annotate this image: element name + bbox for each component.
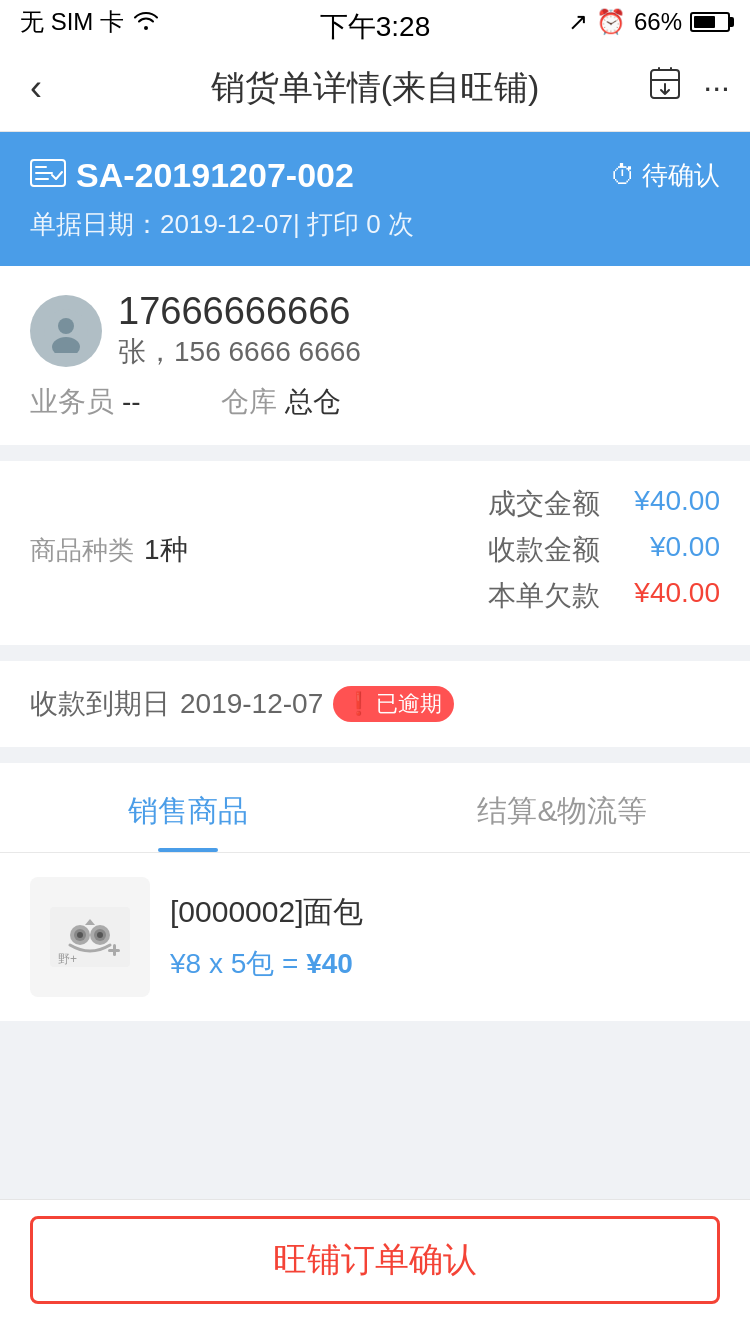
customer-name: 张，156 6666 6666 xyxy=(118,333,361,371)
price-equals: = xyxy=(274,948,306,979)
carrier-text: 无 SIM 卡 xyxy=(20,6,124,38)
product-type-label: 商品种类 xyxy=(30,533,134,568)
amount-row-3: 本单欠款 ¥40.00 xyxy=(488,577,720,615)
bottom-bar: 旺铺订单确认 xyxy=(0,1199,750,1334)
customer-phone: 17666666666 xyxy=(118,290,361,333)
location-icon: ↗ xyxy=(568,8,588,36)
amount-label-2: 收款金额 xyxy=(488,531,600,569)
order-number: SA-20191207-002 xyxy=(30,156,354,195)
salesperson-label: 业务员 xyxy=(30,383,114,421)
product-item: 野+ [0000002]面包 ¥8 x 5包 = ¥40 xyxy=(30,877,720,997)
price-total: ¥40 xyxy=(306,948,353,979)
nav-title: 销货单详情(来自旺铺) xyxy=(211,65,540,111)
product-section: 野+ [0000002]面包 ¥8 x 5包 = ¥40 xyxy=(0,853,750,1021)
tab-products[interactable]: 销售商品 xyxy=(0,763,375,852)
status-clock-icon: ⏱ xyxy=(610,160,636,191)
summary-left: 商品种类 1种 xyxy=(30,531,188,569)
product-info: [0000002]面包 ¥8 x 5包 = ¥40 xyxy=(170,892,720,983)
order-header-top: SA-20191207-002 ⏱ 待确认 xyxy=(30,156,720,195)
warehouse-value: 总仓 xyxy=(285,383,341,421)
amount-value-3: ¥40.00 xyxy=(620,577,720,615)
export-button[interactable] xyxy=(647,66,683,110)
overdue-badge: ❗ 已逾期 xyxy=(333,686,454,722)
amount-value-2: ¥0.00 xyxy=(620,531,720,569)
summary-row: 商品种类 1种 成交金额 ¥40.00 收款金额 ¥0.00 本单欠款 ¥40.… xyxy=(30,485,720,615)
status-bar: 无 SIM 卡 下午3:28 ↗ ⏰ 66% xyxy=(0,0,750,44)
more-button[interactable]: ··· xyxy=(703,69,730,106)
customer-meta: 业务员 -- 仓库 总仓 xyxy=(30,383,720,421)
svg-rect-13 xyxy=(113,944,116,956)
svg-point-3 xyxy=(58,318,74,334)
tabs-header: 销售商品 结算&物流等 xyxy=(0,763,750,853)
back-button[interactable]: ‹ xyxy=(20,57,52,119)
customer-top: 17666666666 张，156 6666 6666 xyxy=(30,290,720,371)
order-date: 单据日期：2019-12-07| 打印 0 次 xyxy=(30,207,720,242)
order-status: ⏱ 待确认 xyxy=(610,158,720,193)
product-price: ¥8 x 5包 = ¥40 xyxy=(170,945,720,983)
amount-label-3: 本单欠款 xyxy=(488,577,600,615)
battery-icon xyxy=(690,12,730,32)
svg-point-10 xyxy=(77,932,83,938)
status-right: ↗ ⏰ 66% xyxy=(568,8,730,36)
amount-value-1: ¥40.00 xyxy=(620,485,720,523)
battery-text: 66% xyxy=(634,8,682,36)
wifi-icon xyxy=(132,8,160,36)
alarm-icon: ⏰ xyxy=(596,8,626,36)
customer-info: 17666666666 张，156 6666 6666 xyxy=(118,290,361,371)
nav-actions: ··· xyxy=(647,66,730,110)
confirm-button[interactable]: 旺铺订单确认 xyxy=(30,1216,720,1304)
nav-bar: ‹ 销货单详情(来自旺铺) ··· xyxy=(0,44,750,132)
due-section: 收款到期日 2019-12-07 ❗ 已逾期 xyxy=(0,661,750,747)
summary-amounts: 成交金额 ¥40.00 收款金额 ¥0.00 本单欠款 ¥40.00 xyxy=(488,485,720,615)
amount-label-1: 成交金额 xyxy=(488,485,600,523)
overdue-text: 已逾期 xyxy=(376,689,442,719)
tabs-section: 销售商品 结算&物流等 xyxy=(0,763,750,853)
summary-section: 商品种类 1种 成交金额 ¥40.00 收款金额 ¥0.00 本单欠款 ¥40.… xyxy=(0,461,750,645)
svg-point-11 xyxy=(97,932,103,938)
amount-row-2: 收款金额 ¥0.00 xyxy=(488,531,720,569)
warehouse-label: 仓库 xyxy=(221,383,277,421)
price-text: ¥8 x xyxy=(170,948,231,979)
customer-section: 17666666666 张，156 6666 6666 业务员 -- 仓库 总仓 xyxy=(0,266,750,445)
tab-settlement[interactable]: 结算&物流等 xyxy=(375,763,750,852)
price-quantity: 5包 xyxy=(231,948,275,979)
product-thumbnail: 野+ xyxy=(30,877,150,997)
status-left: 无 SIM 卡 xyxy=(20,6,160,38)
product-name: [0000002]面包 xyxy=(170,892,720,933)
svg-text:野+: 野+ xyxy=(58,952,77,966)
overdue-icon: ❗ xyxy=(345,691,372,717)
salesperson-value: -- xyxy=(122,386,141,418)
due-label: 收款到期日 xyxy=(30,685,170,723)
status-time: 下午3:28 xyxy=(320,8,431,46)
order-header: SA-20191207-002 ⏱ 待确认 单据日期：2019-12-07| 打… xyxy=(0,132,750,266)
avatar xyxy=(30,295,102,367)
product-type-value: 1种 xyxy=(144,531,188,569)
order-icon xyxy=(30,156,66,195)
amount-row-1: 成交金额 ¥40.00 xyxy=(488,485,720,523)
due-date: 2019-12-07 xyxy=(180,688,323,720)
